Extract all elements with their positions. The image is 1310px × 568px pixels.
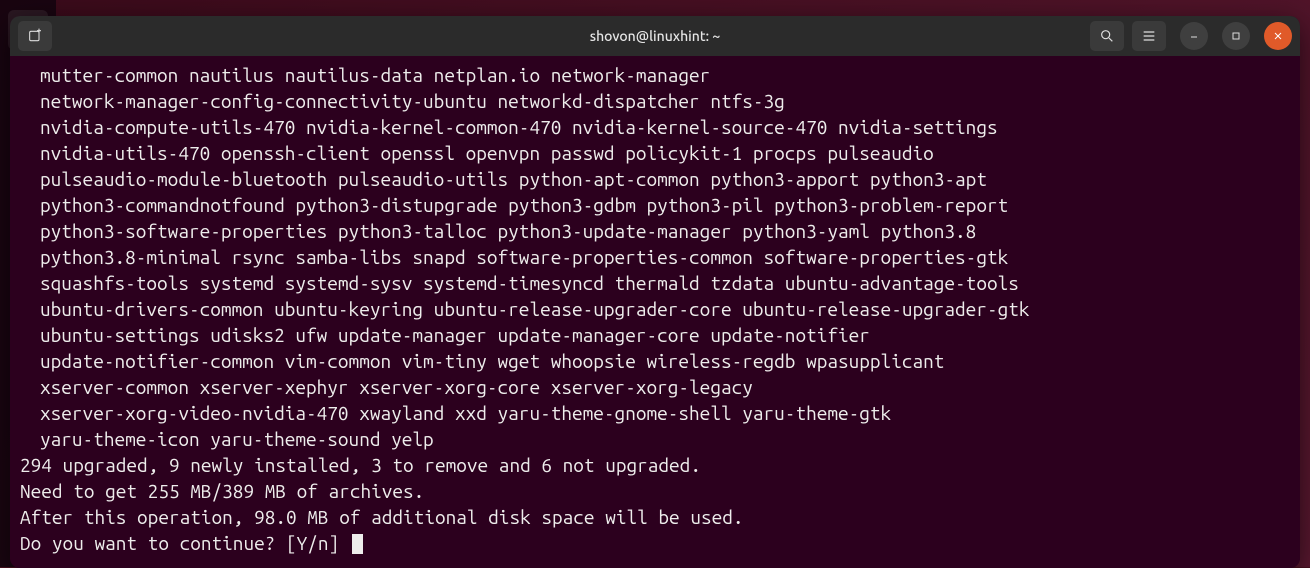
new-tab-button[interactable] [18,21,52,51]
package-list-line: network-manager-config-connectivity-ubun… [20,88,1290,114]
minimize-icon [1188,30,1200,42]
package-list-line: pulseaudio-module-bluetooth pulseaudio-u… [20,166,1290,192]
titlebar: shovon@linuxhint: ~ [10,16,1300,56]
package-list-line: mutter-common nautilus nautilus-data net… [20,62,1290,88]
maximize-icon [1230,30,1242,42]
menu-button[interactable] [1132,21,1166,51]
package-list-line: squashfs-tools systemd systemd-sysv syst… [20,270,1290,296]
hamburger-icon [1141,28,1157,44]
package-list-line: ubuntu-settings udisks2 ufw update-manag… [20,322,1290,348]
package-list-line: python3.8-minimal rsync samba-libs snapd… [20,244,1290,270]
continue-prompt: Do you want to continue? [Y/n] [20,532,350,554]
maximize-button[interactable] [1222,22,1250,50]
package-list-line: update-notifier-common vim-common vim-ti… [20,348,1290,374]
minimize-button[interactable] [1180,22,1208,50]
package-list-line: ubuntu-drivers-common ubuntu-keyring ubu… [20,296,1290,322]
search-icon [1099,28,1115,44]
close-button[interactable] [1264,22,1292,50]
close-icon [1272,30,1284,42]
search-button[interactable] [1090,21,1124,51]
package-list-line: nvidia-utils-470 openssh-client openssl … [20,140,1290,166]
terminal-window: shovon@linuxhint: ~ mutter-common nautil… [10,16,1300,568]
terminal-output[interactable]: mutter-common nautilus nautilus-data net… [10,56,1300,568]
package-list-line: python3-software-properties python3-tall… [20,218,1290,244]
download-size-line: Need to get 255 MB/389 MB of archives. [20,480,424,502]
package-list-line: yaru-theme-icon yaru-theme-sound yelp [20,426,1290,452]
new-tab-icon [27,28,43,44]
diskspace-line: After this operation, 98.0 MB of additio… [20,506,744,528]
package-list-line: nvidia-compute-utils-470 nvidia-kernel-c… [20,114,1290,140]
package-list-line: python3-commandnotfound python3-distupgr… [20,192,1290,218]
terminal-cursor [352,534,363,554]
package-list-line: xserver-xorg-video-nvidia-470 xwayland x… [20,400,1290,426]
upgrade-summary-line: 294 upgraded, 9 newly installed, 3 to re… [20,454,701,476]
package-list-line: xserver-common xserver-xephyr xserver-xo… [20,374,1290,400]
